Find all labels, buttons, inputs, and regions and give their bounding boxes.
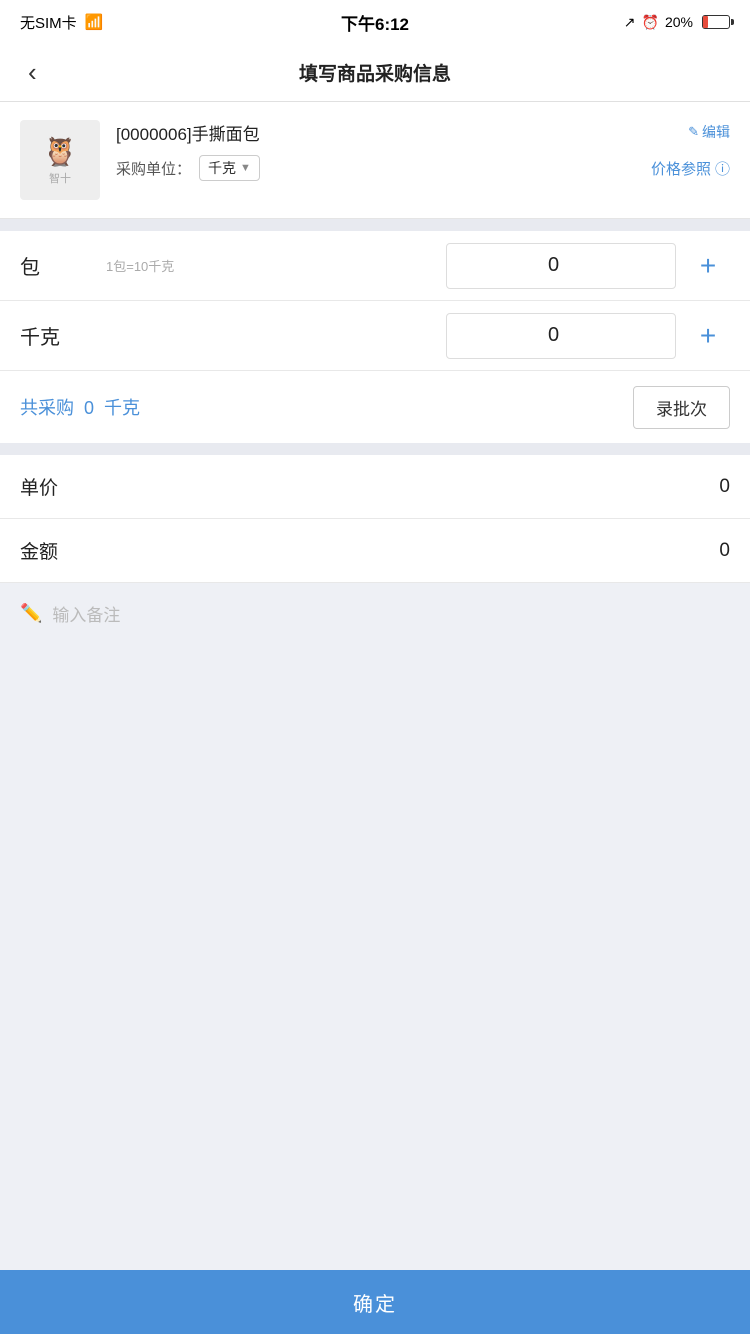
chevron-down-icon: ▼ <box>240 162 251 174</box>
product-info: [0000006]手撕面包 采购单位： 千克 ▼ 价格参照 ⓘ <box>116 120 730 181</box>
remark-placeholder: 输入备注 <box>52 601 120 626</box>
remark-section[interactable]: ✏️ 输入备注 <box>0 583 750 644</box>
pencil-icon: ✏️ <box>20 603 42 624</box>
price-ref-label: 价格参照 <box>651 158 711 179</box>
location-icon: ↗ <box>624 14 636 31</box>
thumb-icon: 🦉 <box>43 135 78 168</box>
nav-bar: ‹ 填写商品采购信息 <box>0 44 750 102</box>
info-section: 单价 0 金额 0 <box>0 455 750 583</box>
bao-plus-button[interactable]: + <box>686 244 730 288</box>
kg-label: 千克 <box>20 321 100 350</box>
wifi-icon: 📶 <box>85 13 104 31</box>
summary-text: 共采购 0 千克 <box>20 394 140 420</box>
unit-select[interactable]: 千克 ▼ <box>199 155 260 181</box>
price-row: 单价 0 <box>0 455 750 519</box>
status-right: ↗ ⏰ 20% <box>624 14 730 31</box>
amount-row: 金额 0 <box>0 519 750 583</box>
product-card: 🦉 智十 [0000006]手撕面包 采购单位： 千克 ▼ 价格参照 ⓘ ✎ 编… <box>0 102 750 219</box>
carrier-label: 无SIM卡 <box>20 12 77 33</box>
kg-input-row: 千克 + <box>0 301 750 371</box>
price-label: 单价 <box>20 473 58 500</box>
input-section: 包 1包=10千克 + 千克 + <box>0 231 750 371</box>
summary-prefix: 共采购 <box>20 398 74 418</box>
summary-suffix: 千克 <box>104 398 140 418</box>
edit-icon: ✎ <box>688 124 699 140</box>
price-ref-button[interactable]: 价格参照 ⓘ <box>651 158 730 179</box>
status-left: 无SIM卡 📶 <box>20 12 103 33</box>
amount-label: 金额 <box>20 537 58 564</box>
kg-plus-button[interactable]: + <box>686 314 730 358</box>
summary-row: 共采购 0 千克 录批次 <box>0 371 750 443</box>
bottom-bar: 确定 <box>0 1270 750 1334</box>
product-thumbnail: 🦉 智十 <box>20 120 100 200</box>
product-meta: 采购单位： 千克 ▼ 价格参照 ⓘ <box>116 155 730 181</box>
page-title: 填写商品采购信息 <box>299 59 451 86</box>
back-button[interactable]: ‹ <box>20 49 45 96</box>
battery-percent: 20% <box>665 14 693 30</box>
price-value: 0 <box>719 476 730 498</box>
edit-button[interactable]: ✎ 编辑 <box>688 122 730 142</box>
bao-input-right: + <box>174 243 730 289</box>
unit-row: 采购单位： 千克 ▼ <box>116 155 260 181</box>
unit-value: 千克 <box>208 158 236 178</box>
kg-input-right: + <box>100 313 730 359</box>
bao-input[interactable] <box>446 243 676 289</box>
bao-label: 包 <box>20 251 100 280</box>
batch-button[interactable]: 录批次 <box>633 386 730 429</box>
kg-input[interactable] <box>446 313 676 359</box>
section-divider-2 <box>0 443 750 455</box>
product-name: [0000006]手撕面包 <box>116 120 730 145</box>
thumb-label: 智十 <box>49 170 71 186</box>
content-area <box>0 644 750 1270</box>
amount-value: 0 <box>719 540 730 562</box>
battery-fill <box>703 16 708 28</box>
alarm-icon: ⏰ <box>642 14 659 31</box>
confirm-button[interactable]: 确定 <box>0 1270 750 1334</box>
bao-sublabel: 1包=10千克 <box>106 256 174 275</box>
info-icon: ⓘ <box>715 158 730 179</box>
status-bar: 无SIM卡 📶 下午6:12 ↗ ⏰ 20% <box>0 0 750 44</box>
battery-icon <box>702 15 730 29</box>
section-divider-1 <box>0 219 750 231</box>
summary-amount: 0 <box>84 398 94 418</box>
bao-input-row: 包 1包=10千克 + <box>0 231 750 301</box>
edit-label: 编辑 <box>702 122 730 142</box>
status-time: 下午6:12 <box>341 10 409 35</box>
unit-label: 采购单位： <box>116 158 191 179</box>
